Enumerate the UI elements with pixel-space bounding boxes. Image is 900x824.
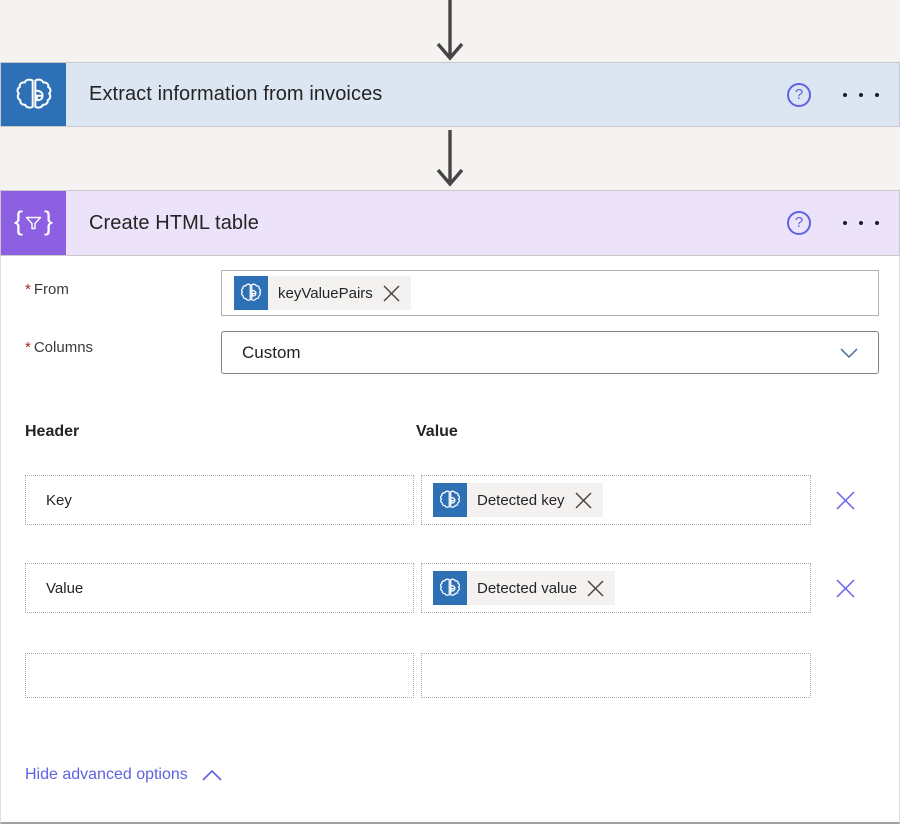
close-icon xyxy=(574,491,593,510)
from-input[interactable]: keyValuePairs xyxy=(221,270,879,316)
connector-arrow xyxy=(434,0,466,62)
arrow-down-icon xyxy=(434,128,466,188)
more-options-button[interactable] xyxy=(839,211,883,235)
data-operation-icon: { } xyxy=(1,191,66,255)
chevron-down-icon xyxy=(840,348,858,358)
header-cell-input[interactable] xyxy=(25,653,414,698)
question-mark-icon: ? xyxy=(795,85,803,105)
ellipsis-icon xyxy=(843,221,847,225)
ellipsis-icon xyxy=(843,93,847,97)
action-card-extract-information[interactable]: Extract information from invoices ? xyxy=(0,62,900,127)
action-card-create-html-table[interactable]: { } Create HTML table ? xyxy=(0,190,900,256)
remove-token-button[interactable] xyxy=(574,491,603,510)
columns-selected-value: Custom xyxy=(242,343,840,363)
value-cell-input[interactable]: Detected key xyxy=(421,475,811,525)
remove-token-button[interactable] xyxy=(586,579,615,598)
header-column-label: Header xyxy=(25,423,79,441)
ai-builder-icon xyxy=(1,63,66,126)
flow-designer-canvas: Extract information from invoices ? { } … xyxy=(0,0,900,824)
required-marker: * xyxy=(25,281,31,298)
header-cell-input[interactable] xyxy=(25,475,414,525)
token-label: keyValuePairs xyxy=(268,285,382,302)
value-cell-input[interactable]: Detected value xyxy=(421,563,811,613)
create-html-table-form: *From keyValuePairs xyxy=(0,256,900,824)
ai-builder-icon xyxy=(234,276,268,310)
value-column-label: Value xyxy=(416,423,458,441)
required-marker: * xyxy=(25,339,31,356)
columns-label: *Columns xyxy=(25,339,93,356)
funnel-icon xyxy=(25,216,42,230)
token-label: Detected key xyxy=(467,492,574,509)
close-icon xyxy=(382,284,401,303)
columns-dropdown[interactable]: Custom xyxy=(221,331,879,374)
close-icon xyxy=(586,579,605,598)
header-cell-input[interactable] xyxy=(25,563,414,613)
remove-token-button[interactable] xyxy=(382,284,411,303)
hide-advanced-options-link[interactable]: Hide advanced options xyxy=(25,766,222,784)
chevron-up-icon xyxy=(202,770,222,781)
delete-row-button[interactable] xyxy=(833,488,857,512)
card-title-create-html-table: Create HTML table xyxy=(89,212,259,235)
connector-arrow xyxy=(434,128,466,188)
delete-row-button[interactable] xyxy=(833,576,857,600)
close-icon xyxy=(835,578,856,599)
value-cell-input[interactable] xyxy=(421,653,811,698)
more-options-button[interactable] xyxy=(839,83,883,107)
help-button[interactable]: ? xyxy=(787,83,811,107)
token-label: Detected value xyxy=(467,580,586,597)
card-title-extract: Extract information from invoices xyxy=(89,83,382,106)
arrow-down-icon xyxy=(434,0,466,62)
token-detected-value[interactable]: Detected value xyxy=(433,571,615,605)
question-mark-icon: ? xyxy=(795,213,803,233)
token-keyvaluepairs[interactable]: keyValuePairs xyxy=(234,276,411,310)
from-label: *From xyxy=(25,281,69,298)
ai-builder-icon xyxy=(433,571,467,605)
token-detected-key[interactable]: Detected key xyxy=(433,483,603,517)
help-button[interactable]: ? xyxy=(787,211,811,235)
close-icon xyxy=(835,490,856,511)
ai-builder-icon xyxy=(433,483,467,517)
